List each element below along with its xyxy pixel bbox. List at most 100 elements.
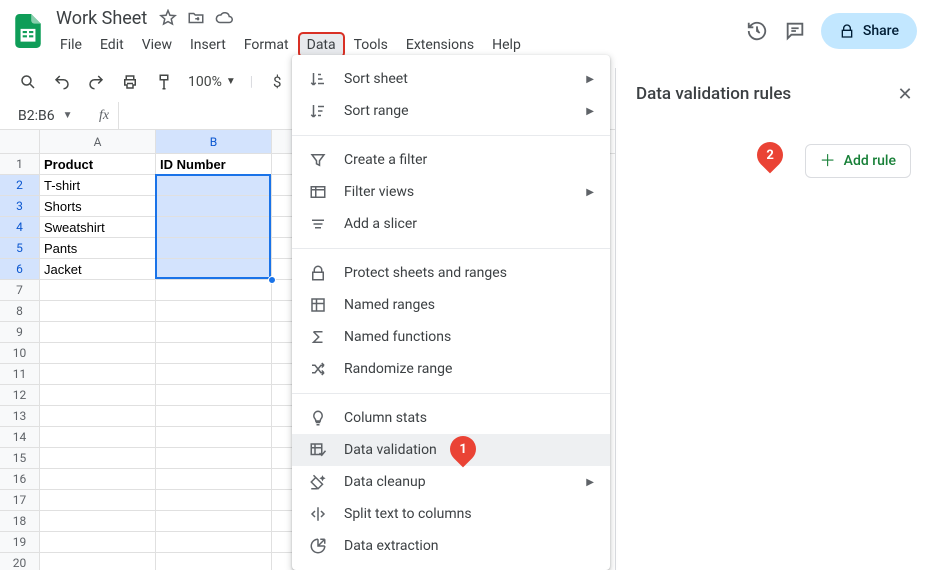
name-box[interactable]: B2:B6 ▼ xyxy=(0,108,90,124)
cell[interactable] xyxy=(40,553,156,570)
row-header[interactable]: 17 xyxy=(0,490,40,511)
menu-item-sort-range[interactable]: Sort range▶ xyxy=(292,95,610,127)
menu-item-column-stats[interactable]: Column stats xyxy=(292,402,610,434)
row-header[interactable]: 2 xyxy=(0,175,40,196)
menu-help[interactable]: Help xyxy=(484,33,529,57)
cell[interactable] xyxy=(40,301,156,322)
cell[interactable] xyxy=(40,511,156,532)
currency-format-icon[interactable]: $ xyxy=(267,72,287,92)
row-header[interactable]: 3 xyxy=(0,196,40,217)
cell[interactable]: T-shirt xyxy=(40,175,156,196)
doc-title[interactable]: Work Sheet xyxy=(52,6,151,31)
cell[interactable] xyxy=(40,406,156,427)
row-header[interactable]: 6 xyxy=(0,259,40,280)
menu-item-named-ranges[interactable]: Named ranges xyxy=(292,289,610,321)
cell[interactable]: ID Number xyxy=(156,154,272,175)
row-header[interactable]: 13 xyxy=(0,406,40,427)
row-header[interactable]: 8 xyxy=(0,301,40,322)
menu-data[interactable]: Data xyxy=(299,33,344,57)
menu-file[interactable]: File xyxy=(52,33,90,57)
cell[interactable] xyxy=(156,553,272,570)
cell[interactable] xyxy=(156,532,272,553)
row-header[interactable]: 7 xyxy=(0,280,40,301)
cell[interactable]: Product xyxy=(40,154,156,175)
menu-item-data-extraction[interactable]: Data extraction xyxy=(292,530,610,562)
row-header[interactable]: 14 xyxy=(0,427,40,448)
select-all-corner[interactable] xyxy=(0,130,40,153)
cell[interactable] xyxy=(40,490,156,511)
menu-format[interactable]: Format xyxy=(236,33,297,57)
comments-icon[interactable] xyxy=(783,19,807,43)
row-header[interactable]: 11 xyxy=(0,364,40,385)
cell[interactable] xyxy=(40,364,156,385)
cell[interactable] xyxy=(156,406,272,427)
cell[interactable] xyxy=(40,385,156,406)
cell[interactable] xyxy=(156,280,272,301)
star-icon[interactable] xyxy=(159,9,177,27)
menu-item-add-a-slicer[interactable]: Add a slicer xyxy=(292,208,610,240)
menu-edit[interactable]: Edit xyxy=(92,33,132,57)
cell[interactable] xyxy=(156,217,272,238)
cell[interactable] xyxy=(40,322,156,343)
redo-icon[interactable] xyxy=(86,72,106,92)
cell[interactable] xyxy=(156,448,272,469)
cell[interactable] xyxy=(40,448,156,469)
row-header[interactable]: 4 xyxy=(0,217,40,238)
row-header[interactable]: 10 xyxy=(0,343,40,364)
add-rule-button[interactable]: ＋ Add rule xyxy=(805,144,911,178)
cell[interactable] xyxy=(156,238,272,259)
cell[interactable] xyxy=(40,343,156,364)
menu-item-protect-sheets-and-ranges[interactable]: Protect sheets and ranges xyxy=(292,257,610,289)
row-header[interactable]: 5 xyxy=(0,238,40,259)
row-header[interactable]: 1 xyxy=(0,154,40,175)
menu-insert[interactable]: Insert xyxy=(182,33,234,57)
cell[interactable] xyxy=(156,469,272,490)
zoom-select[interactable]: 100%▼ xyxy=(188,74,236,90)
sheets-logo[interactable] xyxy=(8,11,48,51)
row-header[interactable]: 20 xyxy=(0,553,40,570)
cell[interactable] xyxy=(156,259,272,280)
menu-item-filter-views[interactable]: Filter views▶ xyxy=(292,176,610,208)
cell[interactable]: Shorts xyxy=(40,196,156,217)
cell[interactable] xyxy=(156,490,272,511)
cell[interactable]: Jacket xyxy=(40,259,156,280)
column-header[interactable]: A xyxy=(40,130,156,153)
row-header[interactable]: 12 xyxy=(0,385,40,406)
menu-item-split-text-to-columns[interactable]: Split text to columns xyxy=(292,498,610,530)
row-header[interactable]: 19 xyxy=(0,532,40,553)
cell[interactable] xyxy=(156,364,272,385)
cell[interactable] xyxy=(156,385,272,406)
history-icon[interactable] xyxy=(745,19,769,43)
share-button[interactable]: Share xyxy=(821,13,917,49)
cell[interactable] xyxy=(156,196,272,217)
menu-item-randomize-range[interactable]: Randomize range xyxy=(292,353,610,385)
search-icon[interactable] xyxy=(18,72,38,92)
cell[interactable] xyxy=(156,427,272,448)
column-header[interactable]: B xyxy=(156,130,272,153)
print-icon[interactable] xyxy=(120,72,140,92)
row-header[interactable]: 9 xyxy=(0,322,40,343)
row-header[interactable]: 18 xyxy=(0,511,40,532)
paint-format-icon[interactable] xyxy=(154,72,174,92)
menu-item-data-cleanup[interactable]: Data cleanup▶ xyxy=(292,466,610,498)
menu-item-sort-sheet[interactable]: Sort sheet▶ xyxy=(292,63,610,95)
cell[interactable] xyxy=(156,343,272,364)
cell[interactable] xyxy=(156,175,272,196)
undo-icon[interactable] xyxy=(52,72,72,92)
close-icon[interactable]: ✕ xyxy=(895,84,915,104)
row-header[interactable]: 16 xyxy=(0,469,40,490)
cell[interactable]: Pants xyxy=(40,238,156,259)
cell[interactable] xyxy=(156,301,272,322)
cloud-status-icon[interactable] xyxy=(215,9,233,27)
menu-extensions[interactable]: Extensions xyxy=(398,33,482,57)
cell[interactable] xyxy=(40,427,156,448)
menu-view[interactable]: View xyxy=(134,33,180,57)
menu-item-create-a-filter[interactable]: Create a filter xyxy=(292,144,610,176)
cell[interactable] xyxy=(40,532,156,553)
row-header[interactable]: 15 xyxy=(0,448,40,469)
menu-tools[interactable]: Tools xyxy=(346,33,396,57)
cell[interactable]: Sweatshirt xyxy=(40,217,156,238)
cell[interactable] xyxy=(156,511,272,532)
move-folder-icon[interactable] xyxy=(187,9,205,27)
cell[interactable] xyxy=(156,322,272,343)
